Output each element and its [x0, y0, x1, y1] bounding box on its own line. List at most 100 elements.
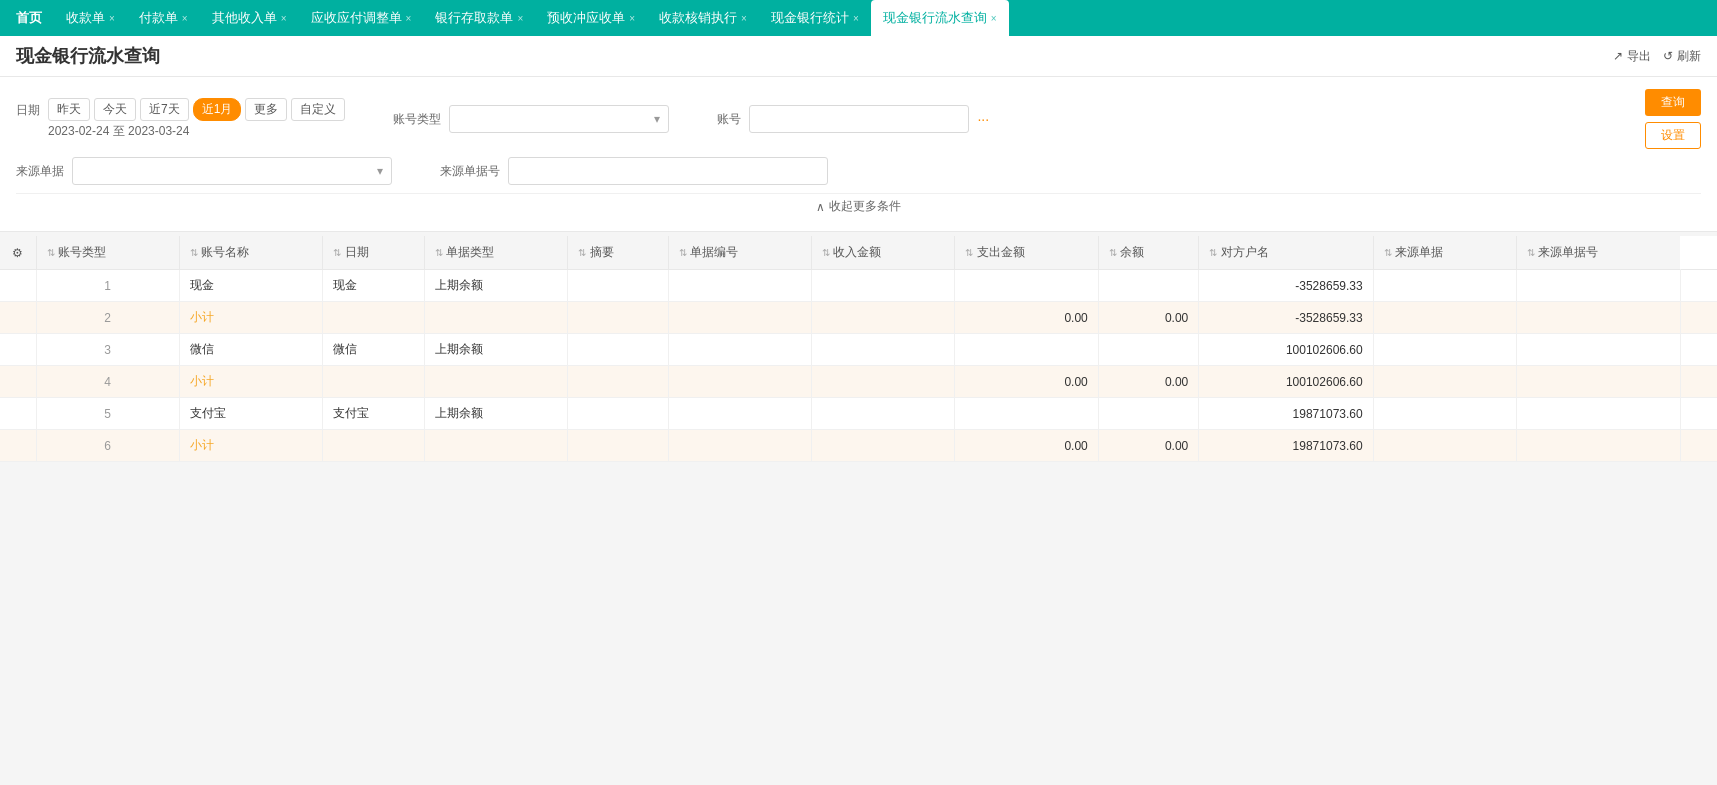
cell-date	[424, 366, 567, 398]
nav-tab-yushou[interactable]: 预收冲应收单 ×	[535, 0, 647, 36]
date-more[interactable]: 更多	[245, 98, 287, 121]
cell-expense: 0.00	[1098, 366, 1199, 398]
cell-doc-no	[812, 270, 955, 302]
cell-date: 上期余额	[424, 398, 567, 430]
nav-tab-yingshouyingfu[interactable]: 应收应付调整单 ×	[299, 0, 424, 36]
col-doc-type[interactable]: ⇅ 单据类型	[424, 236, 567, 270]
cell-counterparty	[1373, 270, 1516, 302]
cell-account-type: 小计	[179, 302, 322, 334]
close-icon[interactable]: ×	[281, 13, 287, 24]
refresh-icon: ↺	[1663, 49, 1673, 63]
cell-income	[955, 270, 1098, 302]
cell-source-doc	[1517, 270, 1681, 302]
nav-tab-shoukuanhexiao[interactable]: 收款核销执行 ×	[647, 0, 759, 36]
col-income[interactable]: ⇅ 收入金额	[812, 236, 955, 270]
cell-doc-no	[812, 366, 955, 398]
cell-doc-type	[568, 302, 669, 334]
cell-counterparty	[1373, 366, 1516, 398]
close-icon[interactable]: ×	[853, 13, 859, 24]
cell-income	[955, 334, 1098, 366]
nav-tab-fukuandan[interactable]: 付款单 ×	[127, 0, 200, 36]
account-no-filter: 账号 ···	[717, 105, 989, 133]
cell-counterparty	[1373, 430, 1516, 462]
col-account-type[interactable]: ⇅ 账号类型	[36, 236, 179, 270]
cell-counterparty	[1373, 302, 1516, 334]
row-number: 6	[36, 430, 179, 462]
cell-account-name: 现金	[323, 270, 425, 302]
nav-home[interactable]: 首页	[4, 0, 54, 36]
date-7days[interactable]: 近7天	[140, 98, 189, 121]
date-yesterday[interactable]: 昨天	[48, 98, 90, 121]
cell-doc-type	[568, 430, 669, 462]
nav-tab-xianjinyinhangtongji[interactable]: 现金银行统计 ×	[759, 0, 871, 36]
table-row: 3微信微信上期余额100102606.60	[0, 334, 1717, 366]
chevron-down-icon: ▾	[377, 164, 383, 178]
nav-tab-yinhangcunqu[interactable]: 银行存取款单 ×	[423, 0, 535, 36]
source-doc-select[interactable]: ▾	[72, 157, 392, 185]
cell-account-type: 现金	[179, 270, 322, 302]
close-icon[interactable]: ×	[406, 13, 412, 24]
cell-balance: 19871073.60	[1199, 430, 1373, 462]
date-1month[interactable]: 近1月	[193, 98, 242, 121]
cell-balance: 100102606.60	[1199, 334, 1373, 366]
cell-summary	[668, 302, 811, 334]
account-type-select[interactable]: ▾	[449, 105, 669, 133]
account-label: 账号	[717, 111, 741, 128]
col-settings[interactable]: ⚙	[0, 236, 36, 270]
cell-source-doc-no	[1680, 366, 1717, 398]
close-icon[interactable]: ×	[629, 13, 635, 24]
cell-counterparty	[1373, 334, 1516, 366]
query-button[interactable]: 查询	[1645, 89, 1701, 116]
date-options: 昨天 今天 近7天 近1月 更多 自定义 2023-02-24 至 2023-0…	[48, 98, 345, 140]
cell-source-doc-no	[1680, 334, 1717, 366]
filter-area: 日期 昨天 今天 近7天 近1月 更多 自定义 2023-02-24 至 202…	[0, 77, 1717, 232]
cell-source-doc-no	[1680, 302, 1717, 334]
nav-tab-shoukuandan[interactable]: 收款单 ×	[54, 0, 127, 36]
cell-income: 0.00	[955, 430, 1098, 462]
refresh-button[interactable]: ↺ 刷新	[1663, 48, 1701, 65]
row-number: 1	[36, 270, 179, 302]
export-button[interactable]: ↗ 导出	[1613, 48, 1651, 65]
col-summary[interactable]: ⇅ 摘要	[568, 236, 669, 270]
account-input[interactable]	[749, 105, 969, 133]
date-custom[interactable]: 自定义	[291, 98, 345, 121]
source-doc-label: 来源单据	[16, 163, 64, 180]
date-label: 日期	[16, 102, 40, 119]
col-expense[interactable]: ⇅ 支出金额	[955, 236, 1098, 270]
cell-account-name	[323, 302, 425, 334]
cell-doc-no	[812, 398, 955, 430]
close-icon[interactable]: ×	[991, 13, 997, 24]
col-counterparty[interactable]: ⇅ 对方户名	[1199, 236, 1373, 270]
col-balance[interactable]: ⇅ 余额	[1098, 236, 1199, 270]
setting-button[interactable]: 设置	[1645, 122, 1701, 149]
cell-income: 0.00	[955, 366, 1098, 398]
chevron-up-icon: ∧	[816, 200, 825, 214]
close-icon[interactable]: ×	[182, 13, 188, 24]
ellipsis-icon[interactable]: ···	[977, 111, 989, 127]
cell-source-doc	[1517, 398, 1681, 430]
cell-summary	[668, 366, 811, 398]
data-table: ⚙ ⇅ 账号类型 ⇅ 账号名称 ⇅ 日期 ⇅ 单据类型	[0, 236, 1717, 462]
cell-summary	[668, 270, 811, 302]
gear-icon[interactable]: ⚙	[12, 246, 23, 260]
account-type-label: 账号类型	[393, 111, 441, 128]
source-doc-no-input[interactable]	[508, 157, 828, 185]
cell-account-type: 支付宝	[179, 398, 322, 430]
close-icon[interactable]: ×	[741, 13, 747, 24]
col-account-name[interactable]: ⇅ 账号名称	[179, 236, 322, 270]
col-doc-no[interactable]: ⇅ 单据编号	[668, 236, 811, 270]
source-doc-no-label: 来源单据号	[440, 163, 500, 180]
col-date[interactable]: ⇅ 日期	[323, 236, 425, 270]
close-icon[interactable]: ×	[517, 13, 523, 24]
collapse-button[interactable]: ∧ 收起更多条件	[16, 193, 1701, 219]
date-today[interactable]: 今天	[94, 98, 136, 121]
cell-doc-type	[568, 398, 669, 430]
close-icon[interactable]: ×	[109, 13, 115, 24]
nav-tab-liushui[interactable]: 现金银行流水查询 ×	[871, 0, 1009, 36]
header-actions: ↗ 导出 ↺ 刷新	[1613, 48, 1701, 65]
col-source-doc-no[interactable]: ⇅ 来源单据号	[1517, 236, 1681, 270]
cell-date: 上期余额	[424, 270, 567, 302]
col-source-doc[interactable]: ⇅ 来源单据	[1373, 236, 1516, 270]
nav-tab-qitashouruda[interactable]: 其他收入单 ×	[200, 0, 299, 36]
source-doc-no-filter: 来源单据号	[440, 157, 828, 185]
